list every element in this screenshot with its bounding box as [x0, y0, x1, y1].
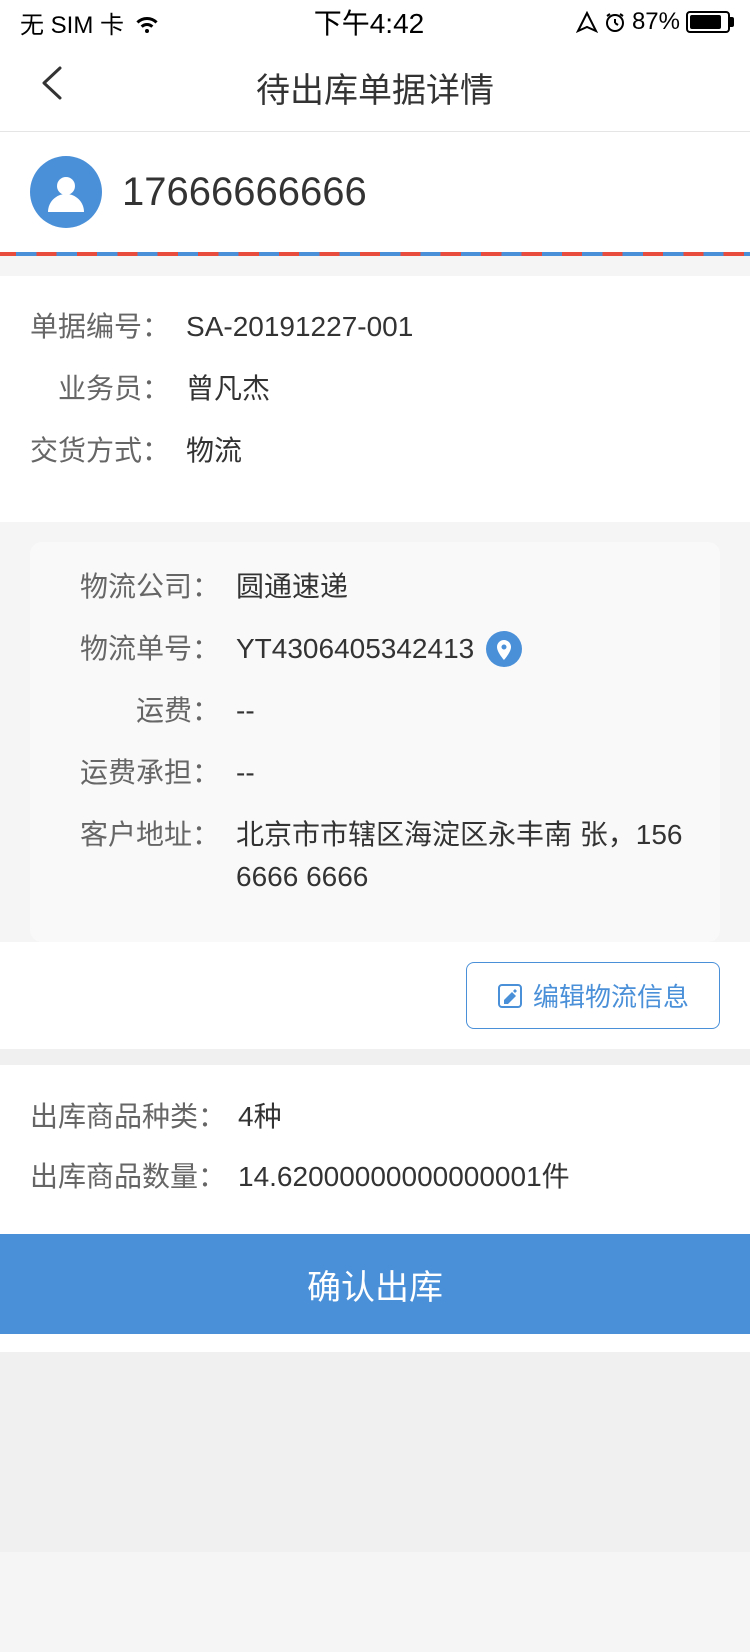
freight-bearer-row: 运费承担： -- — [60, 752, 690, 794]
order-number-row: 单据编号： SA-20191227-001 — [30, 306, 720, 348]
tracking-row: 物流单号： YT4306405342413 — [60, 628, 690, 670]
freight-bearer-label: 运费承担： — [60, 752, 220, 794]
edit-icon — [497, 983, 523, 1009]
category-row: 出库商品种类： 4种 — [30, 1095, 720, 1135]
freight-bearer-value: -- — [236, 752, 690, 794]
quantity-value: 14.62000000000000001件 — [238, 1155, 570, 1195]
wifi-icon — [132, 11, 162, 33]
summary-section: 出库商品种类： 4种 出库商品数量： 14.62000000000000001件 — [0, 1065, 750, 1245]
order-number-label: 单据编号： — [30, 306, 170, 348]
back-button[interactable] — [30, 54, 74, 121]
category-label: 出库商品种类： — [30, 1095, 230, 1135]
status-time: 下午4:42 — [314, 2, 425, 42]
address-row: 客户地址： 北京市市辖区海淀区永丰南 张，156 6666 6666 — [60, 814, 690, 898]
confirm-label: 确认出库 — [307, 1260, 443, 1309]
quantity-row: 出库商品数量： 14.62000000000000001件 — [30, 1155, 720, 1195]
status-bar: 无 SIM 卡 下午4:42 87% — [0, 0, 750, 44]
divider-1 — [0, 1049, 750, 1065]
address-label: 客户地址： — [60, 814, 220, 856]
status-left: 无 SIM 卡 — [20, 5, 162, 40]
address-value: 北京市市辖区海淀区永丰南 张，156 6666 6666 — [236, 814, 690, 898]
battery-icon — [686, 11, 730, 33]
battery-percent: 87% — [632, 8, 680, 36]
divider-2 — [0, 1352, 750, 1552]
freight-row: 运费： -- — [60, 690, 690, 732]
delivery-method-row: 交货方式： 物流 — [30, 430, 720, 472]
sales-rep-label: 业务员： — [30, 368, 170, 410]
confirm-button[interactable]: 确认出库 — [0, 1234, 750, 1334]
sales-rep-row: 业务员： 曾凡杰 — [30, 368, 720, 410]
order-info-section: 单据编号： SA-20191227-001 业务员： 曾凡杰 交货方式： 物流 — [0, 276, 750, 522]
category-value: 4种 — [238, 1095, 282, 1135]
freight-value: -- — [236, 690, 690, 732]
carrier-text: 无 SIM 卡 — [20, 5, 124, 40]
avatar — [30, 156, 102, 228]
tracking-location-icon[interactable] — [486, 631, 522, 667]
alarm-icon — [604, 11, 626, 33]
tracking-value: YT4306405342413 — [236, 628, 690, 670]
order-number-value: SA-20191227-001 — [186, 306, 720, 348]
edit-logistics-button[interactable]: 编辑物流信息 — [466, 962, 720, 1029]
edit-logistics-container: 编辑物流信息 — [0, 942, 750, 1049]
delivery-method-label: 交货方式： — [30, 430, 170, 472]
logistics-card: 物流公司： 圆通速递 物流单号： YT4306405342413 运费： -- … — [30, 542, 720, 942]
tracking-label: 物流单号： — [60, 628, 220, 670]
delivery-method-value: 物流 — [186, 430, 720, 472]
location-service-icon — [576, 11, 598, 33]
logistics-company-value: 圆通速递 — [236, 566, 690, 608]
logistics-company-label: 物流公司： — [60, 566, 220, 608]
logistics-company-row: 物流公司： 圆通速递 — [60, 566, 690, 608]
page-title: 待出库单据详情 — [256, 63, 494, 112]
edit-logistics-label: 编辑物流信息 — [533, 977, 689, 1014]
quantity-label: 出库商品数量： — [30, 1155, 230, 1195]
sales-rep-value: 曾凡杰 — [186, 368, 720, 410]
nav-bar: 待出库单据详情 — [0, 44, 750, 132]
customer-phone: 17666666666 — [122, 170, 367, 215]
status-right: 87% — [576, 8, 730, 36]
freight-label: 运费： — [60, 690, 220, 732]
customer-header: 17666666666 — [0, 132, 750, 256]
